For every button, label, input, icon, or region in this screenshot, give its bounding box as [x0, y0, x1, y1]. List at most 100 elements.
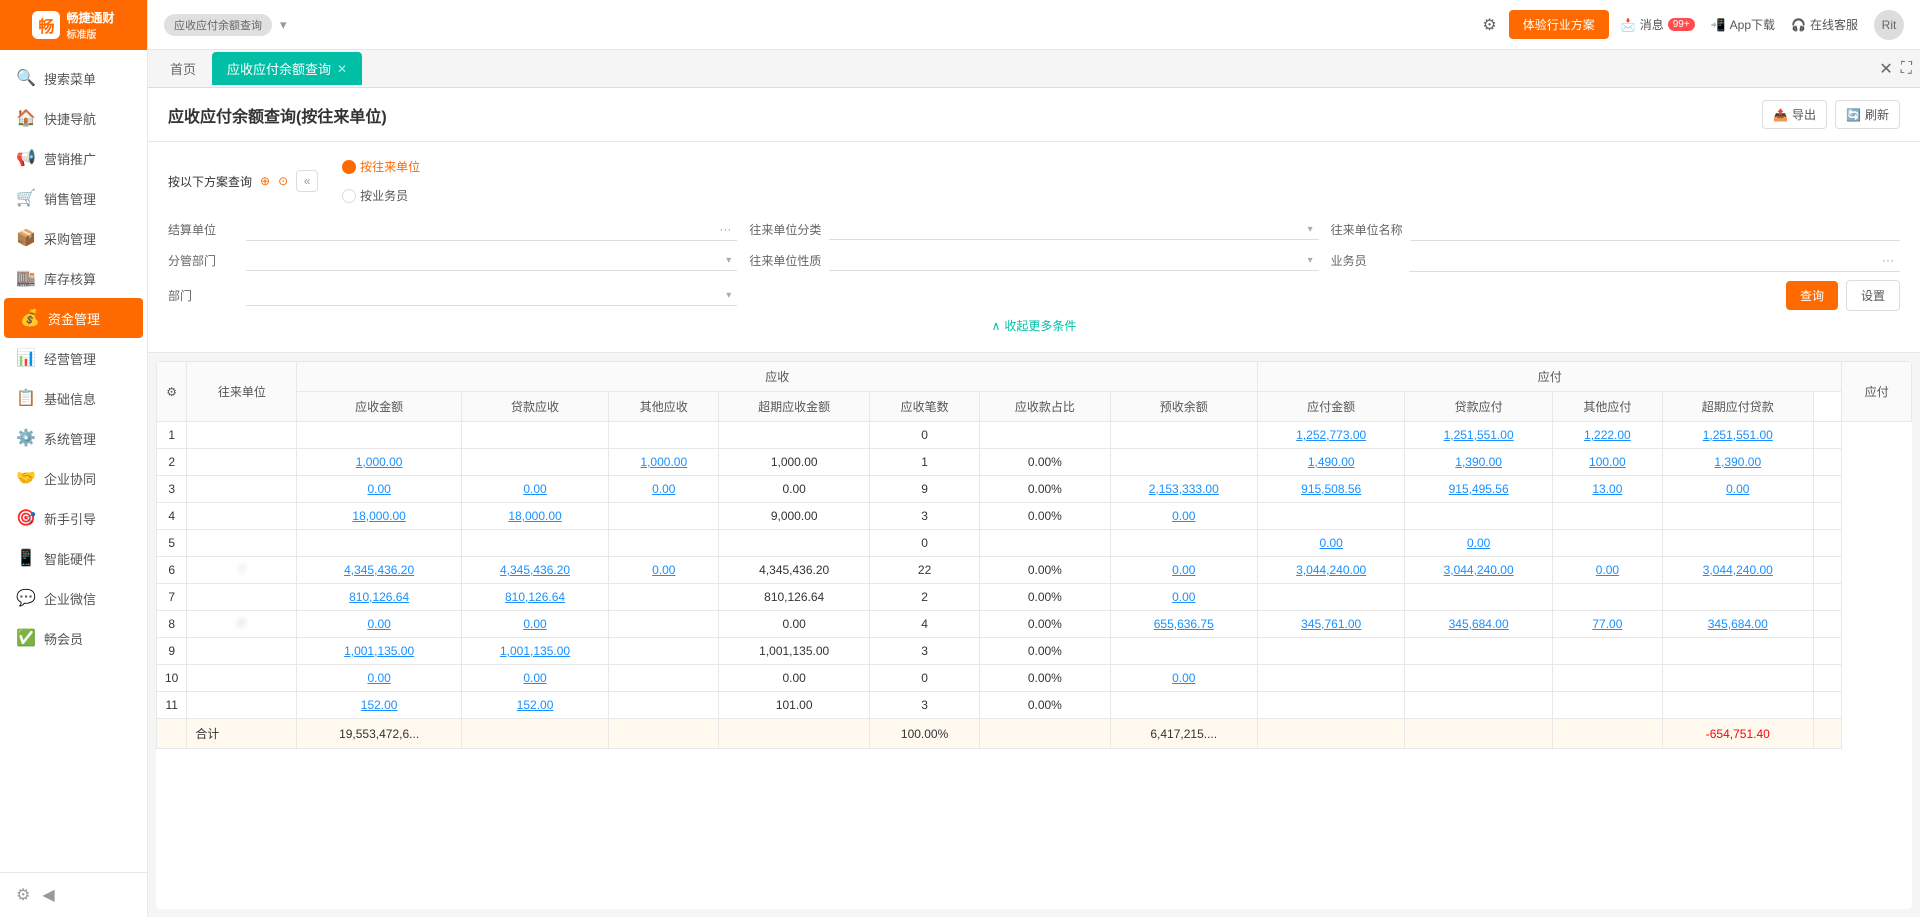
- sidebar-item-sales[interactable]: 🛒 销售管理: [0, 178, 147, 218]
- cell[interactable]: 0.00: [1405, 530, 1552, 557]
- cell[interactable]: 0.00: [1110, 503, 1257, 530]
- sidebar-item-hardware[interactable]: 📱 智能硬件: [0, 538, 147, 578]
- cell[interactable]: 345,684.00: [1405, 611, 1552, 638]
- cell[interactable]: 152.00: [297, 692, 461, 719]
- cell: [1813, 611, 1842, 638]
- cell[interactable]: 915,495.56: [1405, 476, 1552, 503]
- tab-maximize-btn[interactable]: ⛶: [1901, 60, 1912, 78]
- cell[interactable]: 3,044,240.00: [1257, 557, 1404, 584]
- sidebar-item-collab[interactable]: 🤝 企业协同: [0, 458, 147, 498]
- settings-btn[interactable]: 设置: [1846, 280, 1900, 311]
- sidebar-item-purchase[interactable]: 📦 采购管理: [0, 218, 147, 258]
- cell[interactable]: 4,345,436.20: [461, 557, 608, 584]
- tab-ar-query[interactable]: 应收应付余额查询 ✕: [212, 52, 362, 85]
- tab-close-window-btn[interactable]: ✕: [1879, 59, 1892, 79]
- sidebar-item-system[interactable]: ⚙️ 系统管理: [0, 418, 147, 458]
- cell[interactable]: 345,761.00: [1257, 611, 1404, 638]
- cell[interactable]: 345,684.00: [1662, 611, 1813, 638]
- cell[interactable]: 0.00: [297, 611, 461, 638]
- cell[interactable]: 1,001,135.00: [461, 638, 608, 665]
- scheme-by-partner[interactable]: 按往来单位: [334, 154, 428, 179]
- cell[interactable]: 810,126.64: [461, 584, 608, 611]
- cell[interactable]: 1,252,773.00: [1257, 422, 1404, 449]
- collapse-bar[interactable]: ∧ 收起更多条件: [168, 311, 1900, 340]
- cell[interactable]: 1,222.00: [1552, 422, 1662, 449]
- query-btn[interactable]: 查询: [1786, 281, 1838, 310]
- cell[interactable]: 3,044,240.00: [1405, 557, 1552, 584]
- sidebar-item-wechat[interactable]: 💬 企业微信: [0, 578, 147, 618]
- topbar: 应收应付余额查询 ▾ ⚙ 体验行业方案 📩 消息 99+ 📲 App下载 🎧 在…: [148, 0, 1920, 50]
- user-avatar[interactable]: Rit: [1874, 10, 1904, 40]
- cell[interactable]: 1,490.00: [1257, 449, 1404, 476]
- cell[interactable]: 655,636.75: [1110, 611, 1257, 638]
- cell[interactable]: 0.00: [1552, 557, 1662, 584]
- cell[interactable]: 2,153,333.00: [1110, 476, 1257, 503]
- collapse-scheme-icon[interactable]: «: [296, 170, 318, 192]
- partner-category-select[interactable]: ▾: [829, 220, 1318, 240]
- cell[interactable]: 915,508.56: [1257, 476, 1404, 503]
- sidebar-item-marketing[interactable]: 📢 营销推广: [0, 138, 147, 178]
- cell[interactable]: 0.00: [1662, 476, 1813, 503]
- cell[interactable]: 1,390.00: [1405, 449, 1552, 476]
- sidebar-item-finance[interactable]: 💰 资金管理: [4, 298, 143, 338]
- row-num: 8: [157, 611, 187, 638]
- cell[interactable]: 4,345,436.20: [297, 557, 461, 584]
- th-settings[interactable]: ⚙: [157, 362, 187, 422]
- app-download-item[interactable]: 📲 App下载: [1711, 16, 1775, 33]
- chevron-down-icon[interactable]: ▾: [280, 17, 287, 33]
- gear-icon[interactable]: ⚙: [1482, 15, 1496, 35]
- cell[interactable]: 0.00: [297, 476, 461, 503]
- cell[interactable]: 0.00: [297, 665, 461, 692]
- cell[interactable]: 13.00: [1552, 476, 1662, 503]
- collapse-footer-icon[interactable]: ◀: [42, 885, 54, 905]
- cell[interactable]: 0.00: [461, 611, 608, 638]
- cell[interactable]: 1,251,551.00: [1662, 422, 1813, 449]
- sidebar-item-member[interactable]: ✅ 畅会员: [0, 618, 147, 658]
- cell[interactable]: 0.00: [1110, 584, 1257, 611]
- scheme-by-salesman[interactable]: 按业务员: [334, 183, 428, 208]
- sidebar-item-basic[interactable]: 📋 基础信息: [0, 378, 147, 418]
- filter-action-btns: 查询 设置: [1331, 280, 1900, 311]
- cell[interactable]: 1,000.00: [609, 449, 719, 476]
- cell[interactable]: 100.00: [1552, 449, 1662, 476]
- sidebar-item-inventory[interactable]: 🏬 库存核算: [0, 258, 147, 298]
- partner-name-input[interactable]: [1411, 218, 1900, 241]
- cell[interactable]: 0.00: [461, 665, 608, 692]
- industry-btn[interactable]: 体验行业方案: [1509, 10, 1609, 39]
- cell[interactable]: 1,251,551.00: [1405, 422, 1552, 449]
- cell[interactable]: 0.00: [461, 476, 608, 503]
- add-scheme-icon[interactable]: ⊕: [260, 174, 270, 188]
- cell[interactable]: 0.00: [1257, 530, 1404, 557]
- cell[interactable]: 1,000.00: [297, 449, 461, 476]
- refresh-btn[interactable]: 🔄 刷新: [1835, 100, 1900, 129]
- cell: [609, 584, 719, 611]
- cell[interactable]: 1,390.00: [1662, 449, 1813, 476]
- tab-close-icon[interactable]: ✕: [337, 62, 347, 76]
- edit-scheme-icon[interactable]: ⊙: [278, 174, 288, 188]
- sidebar-item-management[interactable]: 📊 经营管理: [0, 338, 147, 378]
- sidebar-item-guide[interactable]: 🎯 新手引导: [0, 498, 147, 538]
- cell[interactable]: 0.00: [609, 557, 719, 584]
- tab-home[interactable]: 首页: [156, 53, 210, 84]
- notification-item[interactable]: 📩 消息 99+: [1621, 16, 1695, 33]
- dept-select[interactable]: ▾: [246, 286, 737, 306]
- salesman-select[interactable]: ···: [1409, 249, 1900, 272]
- cell[interactable]: 0.00: [1110, 665, 1257, 692]
- cell[interactable]: 18,000.00: [461, 503, 608, 530]
- dept-charge-select[interactable]: ▾: [246, 251, 737, 271]
- cell[interactable]: 152.00: [461, 692, 608, 719]
- settings-footer-icon[interactable]: ⚙: [16, 885, 30, 905]
- cell[interactable]: 0.00: [609, 476, 719, 503]
- cell[interactable]: 0.00: [1110, 557, 1257, 584]
- cell[interactable]: 3,044,240.00: [1662, 557, 1813, 584]
- customer-service-item[interactable]: 🎧 在线客服: [1791, 16, 1858, 33]
- cell[interactable]: 810,126.64: [297, 584, 461, 611]
- export-btn[interactable]: 📤 导出: [1762, 100, 1827, 129]
- partner-nature-select[interactable]: ▾: [829, 251, 1318, 271]
- sidebar-item-nav[interactable]: 🏠 快捷导航: [0, 98, 147, 138]
- settlement-unit-select[interactable]: ···: [246, 218, 737, 241]
- cell[interactable]: 1,001,135.00: [297, 638, 461, 665]
- sidebar-item-search[interactable]: 🔍 搜索菜单: [0, 58, 147, 98]
- cell[interactable]: 18,000.00: [297, 503, 461, 530]
- cell[interactable]: 77.00: [1552, 611, 1662, 638]
